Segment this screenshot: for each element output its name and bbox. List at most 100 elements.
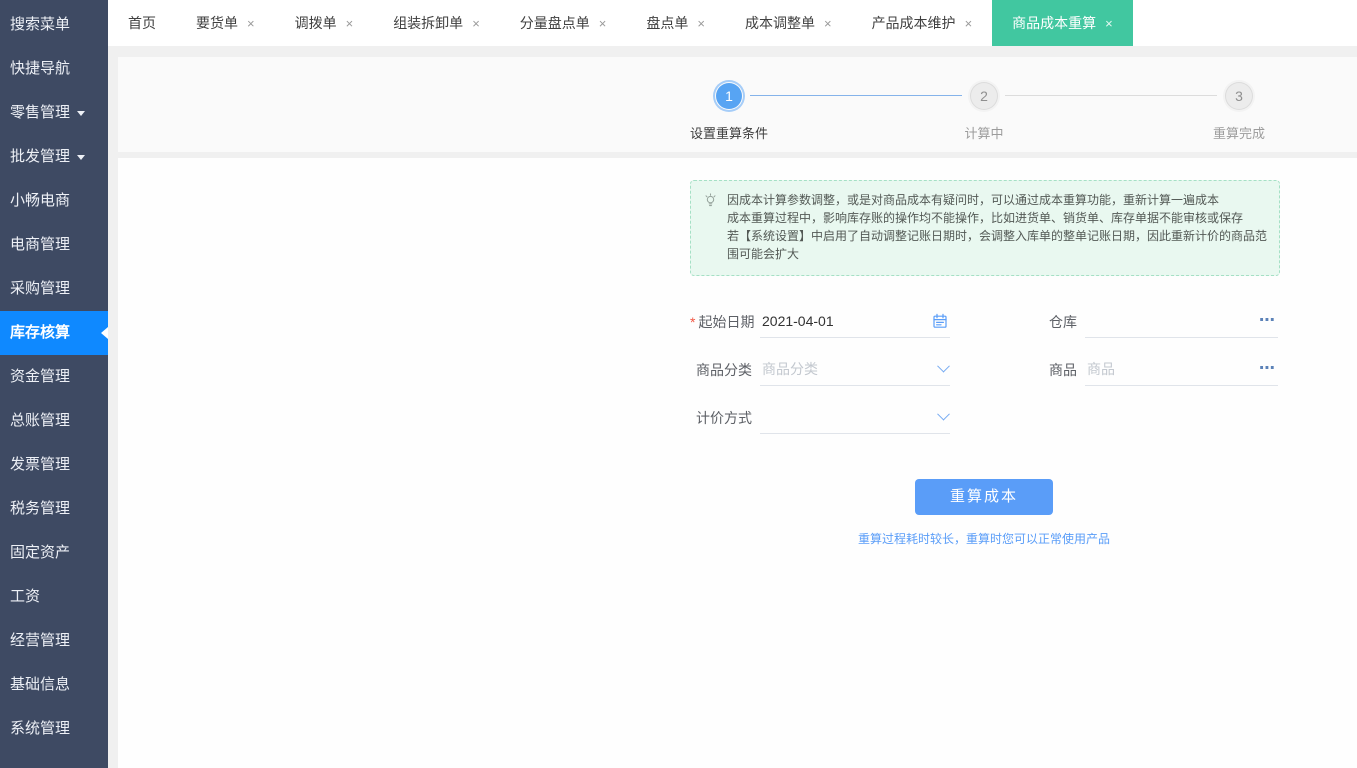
close-icon[interactable]: ×: [824, 17, 832, 30]
recalc-note: 重算过程耗时较长，重算时您可以正常使用产品: [857, 532, 1110, 546]
field-product-category: 商品分类: [690, 353, 950, 386]
tab-2[interactable]: 调拨单 ×: [275, 0, 374, 46]
tab-label: 要货单: [196, 15, 238, 31]
sidebar-item-label: 基础信息: [10, 676, 71, 693]
tab-6[interactable]: 成本调整单 ×: [725, 0, 852, 46]
warehouse-input[interactable]: [1085, 306, 1278, 336]
required-asterisk: *: [690, 313, 696, 330]
close-icon[interactable]: ×: [472, 17, 480, 30]
sidebar-item-15[interactable]: 基础信息: [0, 663, 108, 707]
sidebar-item-1[interactable]: 快捷导航: [0, 47, 108, 91]
tab-8[interactable]: 商品成本重算 ×: [992, 0, 1133, 46]
tab-label: 首页: [128, 15, 156, 31]
ellipsis-icon[interactable]: [1259, 364, 1276, 374]
product-input[interactable]: [1085, 354, 1278, 384]
sidebar-item-3[interactable]: 批发管理: [0, 135, 108, 179]
product-category-label: 商品分类: [696, 361, 752, 378]
tab-7[interactable]: 产品成本维护 ×: [852, 0, 993, 46]
sidebar-item-label: 采购管理: [10, 280, 71, 297]
field-pricing-method: 计价方式: [690, 401, 950, 434]
notice-box: 因成本计算参数调整，或是对商品成本有疑问时，可以通过成本重算功能，重新计算一遍成…: [690, 180, 1280, 276]
recalc-cost-button[interactable]: 重算成本: [915, 479, 1053, 515]
sidebar-item-14[interactable]: 经营管理: [0, 619, 108, 663]
tab-label: 组装拆卸单: [393, 15, 464, 31]
field-start-date: * 起始日期: [690, 305, 950, 338]
close-icon[interactable]: ×: [599, 17, 607, 30]
sidebar-item-label: 总账管理: [10, 412, 71, 429]
main-content: 因成本计算参数调整，或是对商品成本有疑问时，可以通过成本重算功能，重新计算一遍成…: [118, 158, 1357, 768]
tab-label: 调拨单: [294, 15, 337, 31]
stepper-card: 1 设置重算条件 2 计算中 3 重算完成: [118, 57, 1357, 152]
notice-line: 成本重算过程中，影响库存账的操作均不能操作，比如进货单、销货单、库存单据不能审核…: [727, 211, 1244, 225]
step-circle: 3: [1226, 83, 1252, 109]
tab-1[interactable]: 要货单 ×: [176, 0, 275, 46]
sidebar-item-label: 零售管理: [10, 104, 71, 121]
sidebar-item-label: 快捷导航: [10, 60, 71, 77]
sidebar-item-label: 固定资产: [10, 544, 71, 561]
stepper: 1 设置重算条件 2 计算中 3 重算完成: [690, 57, 1278, 152]
form-row: 商品分类 商品: [690, 353, 1278, 386]
close-icon[interactable]: ×: [965, 17, 973, 30]
tab-label: 盘点单: [646, 15, 689, 31]
close-icon[interactable]: ×: [346, 17, 354, 30]
sidebar: 搜索菜单快捷导航零售管理批发管理小畅电商电商管理采购管理库存核算资金管理总账管理…: [0, 0, 108, 768]
sidebar-item-7[interactable]: 库存核算: [0, 311, 108, 355]
close-icon[interactable]: ×: [697, 17, 705, 30]
calendar-icon[interactable]: [932, 313, 948, 329]
chevron-down-icon[interactable]: [937, 359, 950, 374]
sidebar-item-label: 批发管理: [10, 148, 71, 165]
warehouse-label: 仓库: [1049, 313, 1077, 330]
tab-5[interactable]: 盘点单 ×: [626, 0, 725, 46]
sidebar-item-label: 发票管理: [10, 456, 71, 473]
step-label: 重算完成: [1212, 126, 1265, 141]
chevron-down-icon: [77, 110, 86, 116]
field-product: 商品: [1008, 353, 1278, 386]
sidebar-item-11[interactable]: 税务管理: [0, 487, 108, 531]
step-circle: 2: [971, 83, 997, 109]
notice-line: 因成本计算参数调整，或是对商品成本有疑问时，可以通过成本重算功能，重新计算一遍成…: [727, 193, 1220, 207]
product-category-input[interactable]: [760, 354, 950, 384]
tab-0[interactable]: 首页: [108, 0, 176, 46]
pricing-method-control: [760, 401, 950, 434]
sidebar-item-label: 工资: [10, 588, 41, 605]
pricing-method-input[interactable]: [760, 402, 950, 432]
start-date-control: [760, 305, 950, 338]
close-icon[interactable]: ×: [1105, 17, 1113, 30]
tab-3[interactable]: 组装拆卸单 ×: [373, 0, 500, 46]
field-warehouse: 仓库: [1008, 305, 1278, 338]
sidebar-item-12[interactable]: 固定资产: [0, 531, 108, 575]
start-date-label: * 起始日期: [690, 313, 755, 330]
step-label: 设置重算条件: [689, 126, 768, 141]
product-category-control: [760, 353, 950, 386]
sidebar-item-5[interactable]: 电商管理: [0, 223, 108, 267]
sidebar-item-10[interactable]: 发票管理: [0, 443, 108, 487]
warehouse-control: [1085, 305, 1278, 338]
ellipsis-icon[interactable]: [1259, 316, 1276, 326]
sidebar-item-0[interactable]: 搜索菜单: [0, 3, 108, 47]
sidebar-item-label: 电商管理: [10, 236, 71, 253]
tab-label: 分量盘点单: [519, 15, 590, 31]
form-row: * 起始日期 2021-04-01 仓库 ⋯: [690, 305, 1278, 338]
tab-4[interactable]: 分量盘点单 ×: [500, 0, 627, 46]
sidebar-item-2[interactable]: 零售管理: [0, 91, 108, 135]
sidebar-item-8[interactable]: 资金管理: [0, 355, 108, 399]
sidebar-item-16[interactable]: 系统管理: [0, 707, 108, 751]
sidebar-item-label: 资金管理: [10, 368, 71, 385]
step-circle: 1: [716, 83, 742, 109]
close-icon[interactable]: ×: [247, 17, 255, 30]
step-1: 1 设置重算条件: [659, 83, 799, 142]
chevron-down-icon[interactable]: [937, 407, 950, 422]
recalc-form: * 起始日期 2021-04-01 仓库 ⋯ 商品分类 商品分类 商品 商品 ⋯…: [690, 305, 1278, 449]
step-3: 3 重算完成: [1169, 83, 1309, 142]
sidebar-item-9[interactable]: 总账管理: [0, 399, 108, 443]
sidebar-item-label: 搜索菜单: [10, 16, 71, 33]
app-window: 搜索菜单快捷导航零售管理批发管理小畅电商电商管理采购管理库存核算资金管理总账管理…: [0, 0, 1357, 768]
sidebar-item-4[interactable]: 小畅电商: [0, 179, 108, 223]
sidebar-item-13[interactable]: 工资: [0, 575, 108, 619]
sidebar-item-6[interactable]: 采购管理: [0, 267, 108, 311]
product-label: 商品: [1049, 361, 1077, 378]
start-date-input[interactable]: [760, 306, 950, 336]
form-row: 计价方式: [690, 401, 1278, 434]
tab-label: 产品成本维护: [871, 15, 956, 31]
step-label: 计算中: [964, 126, 1004, 141]
